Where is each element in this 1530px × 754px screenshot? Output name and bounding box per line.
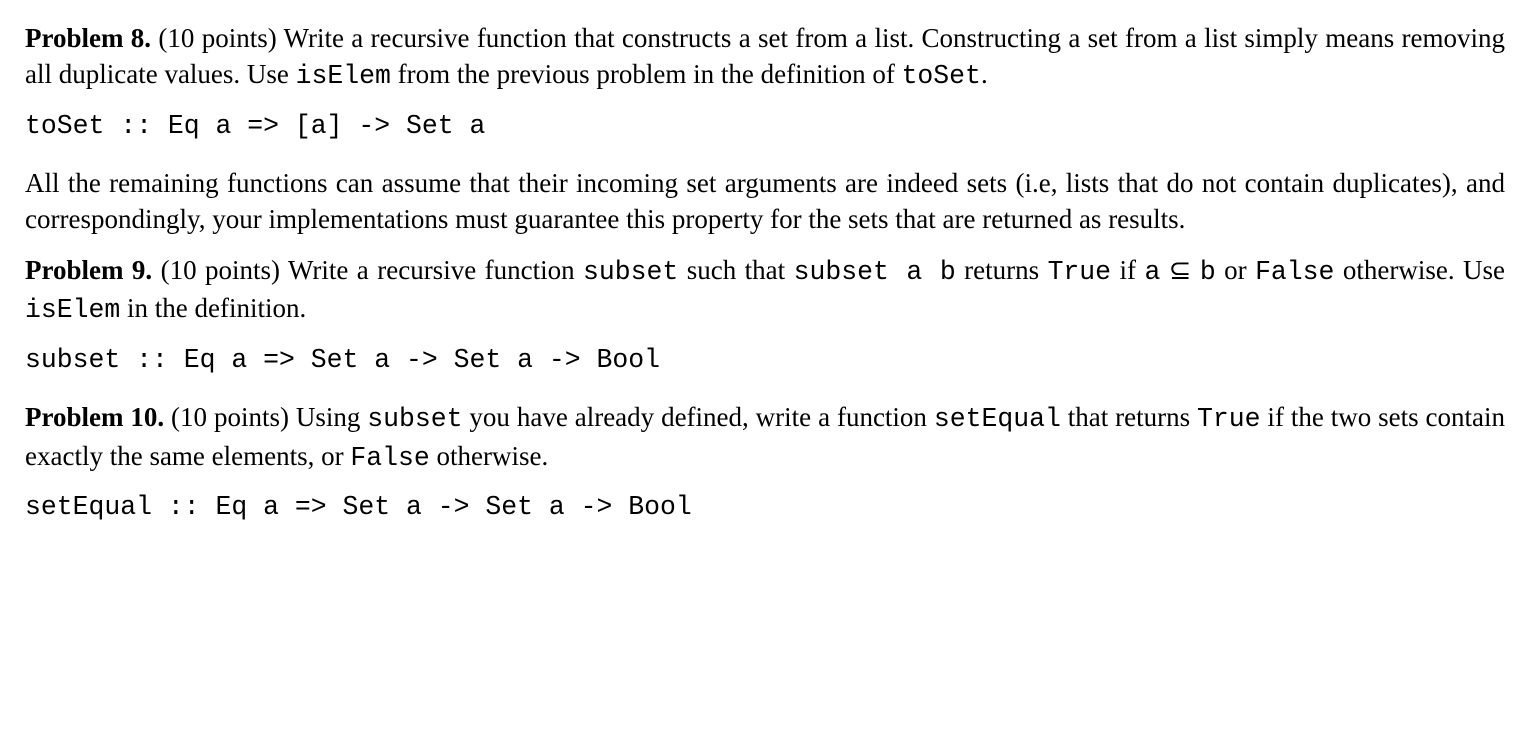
code-false-2: False	[350, 443, 429, 473]
problem-10-text: Problem 10. (10 points) Using subset you…	[25, 399, 1505, 476]
problem-10-signature: setEqual :: Eq a => Set a -> Set a -> Bo…	[25, 490, 1505, 526]
problem-8-label: Problem 8.	[25, 23, 151, 53]
problem-10-points: (10 points)	[171, 402, 289, 432]
code-toSet: toSet	[902, 61, 981, 91]
problem-9-signature: subset :: Eq a => Set a -> Set a -> Bool	[25, 343, 1505, 379]
problem-9-t3: returns	[956, 255, 1048, 285]
subset-symbol: ⊆	[1160, 255, 1200, 285]
code-b: b	[1200, 257, 1216, 287]
problem-8-t3: .	[981, 59, 988, 89]
problem-9-t8: in the definition.	[120, 293, 306, 323]
code-false: False	[1255, 257, 1334, 287]
problem-10-label: Problem 10.	[25, 402, 164, 432]
code-subset-2: subset	[367, 404, 462, 434]
code-true: True	[1048, 257, 1112, 287]
code-subset-a-b: subset a b	[794, 257, 956, 287]
problem-10-t1: Using	[289, 402, 367, 432]
code-isElem-2: isElem	[25, 295, 120, 325]
problem-8-points: (10 points)	[158, 23, 276, 53]
problem-10-t5: otherwise.	[430, 441, 548, 471]
code-setEqual: setEqual	[934, 404, 1061, 434]
problem-10-t2: you have already defined, write a functi…	[463, 402, 934, 432]
problem-8-text: Problem 8. (10 points) Write a recursive…	[25, 20, 1505, 95]
problem-9-t7: otherwise. Use	[1334, 255, 1505, 285]
assumption-note: All the remaining functions can assume t…	[25, 165, 1505, 238]
code-a: a	[1144, 257, 1160, 287]
problem-9-t6: or	[1216, 255, 1255, 285]
problem-9-points: (10 points)	[161, 255, 280, 285]
problem-10-t3: that returns	[1061, 402, 1197, 432]
problem-9-t1: Write a recursive function	[280, 255, 583, 285]
problem-9-t4: if	[1111, 255, 1144, 285]
problem-9-label: Problem 9.	[25, 255, 152, 285]
code-subset: subset	[583, 257, 678, 287]
problem-9-t2: such that	[678, 255, 793, 285]
problem-8-t2: from the previous problem in the definit…	[391, 59, 902, 89]
code-true-2: True	[1197, 404, 1261, 434]
problem-9-text: Problem 9. (10 points) Write a recursive…	[25, 252, 1505, 329]
code-isElem: isElem	[296, 61, 391, 91]
problem-8-signature: toSet :: Eq a => [a] -> Set a	[25, 109, 1505, 145]
